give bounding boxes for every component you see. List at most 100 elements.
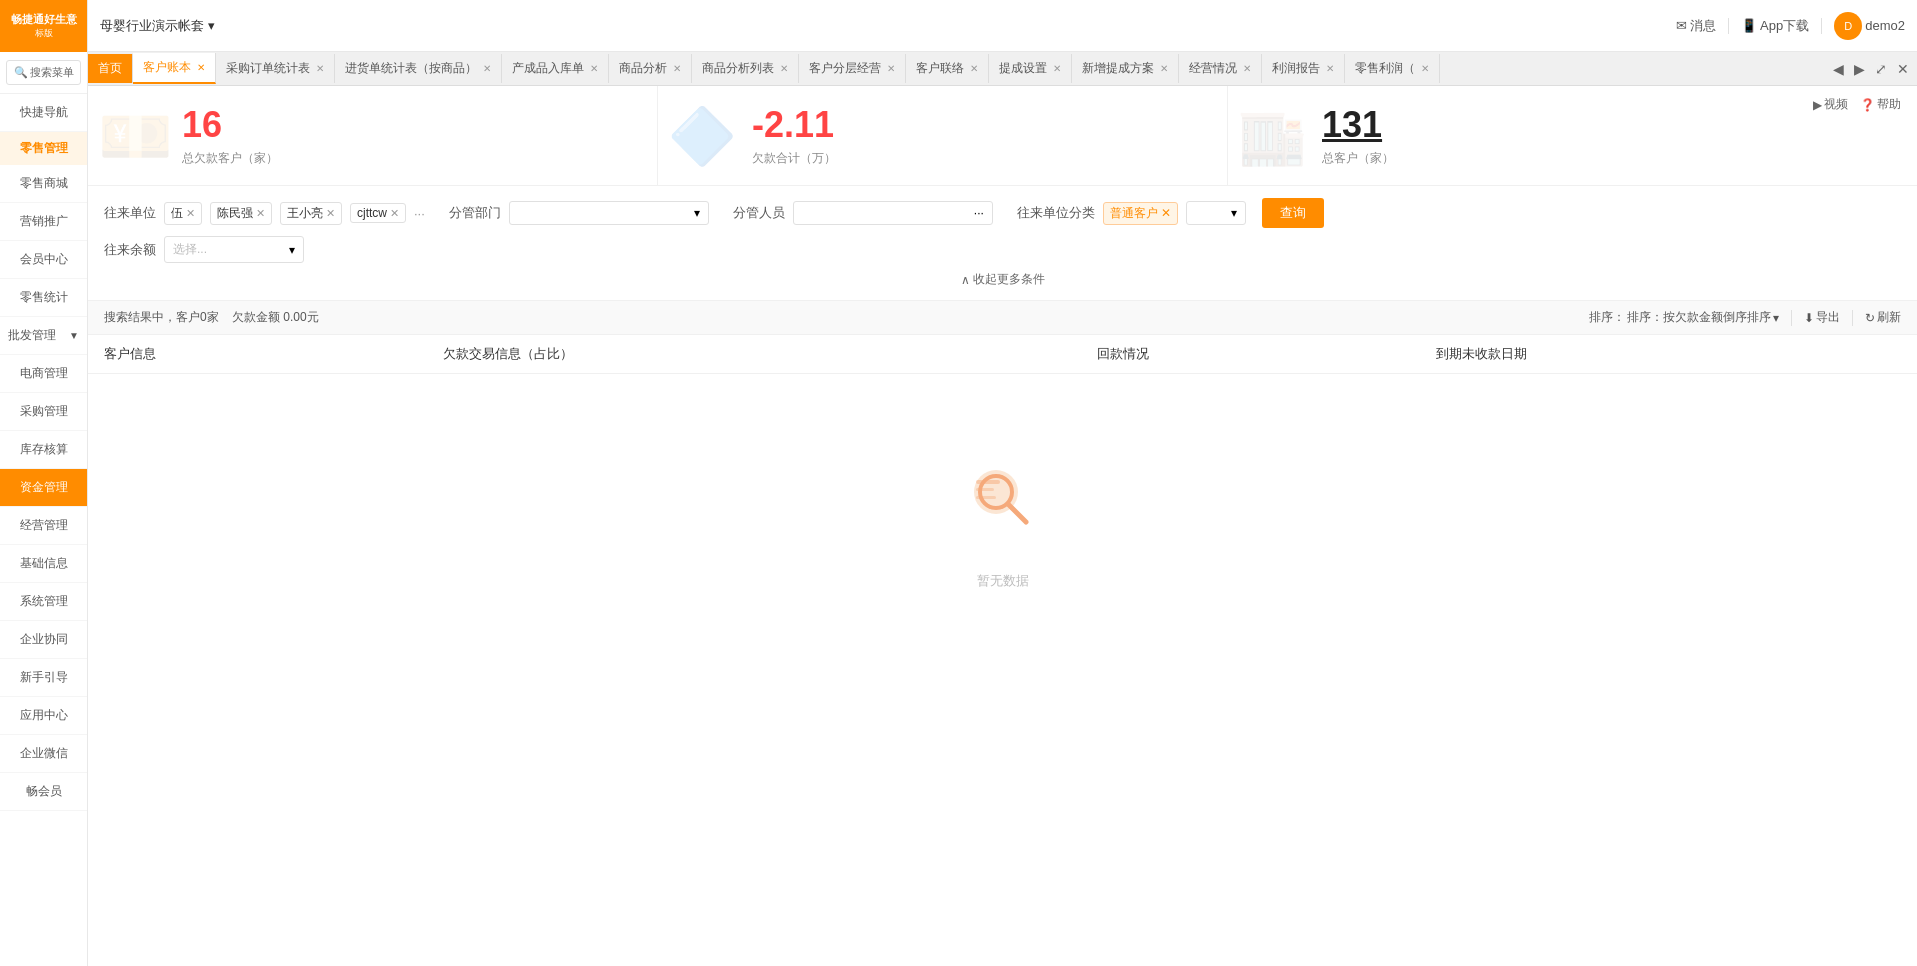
tab-retail-profit[interactable]: 零售利润（ ✕	[1345, 54, 1440, 83]
sidebar-item-enterprise-coop[interactable]: 企业协同	[0, 621, 87, 659]
app-download-btn[interactable]: 📱 App下载	[1741, 17, 1809, 35]
category-tag[interactable]: 普通客户 ✕	[1103, 202, 1178, 225]
close-icon[interactable]: ✕	[970, 63, 978, 74]
tab-purchase-orders[interactable]: 采购订单统计表 ✕	[216, 54, 335, 83]
sidebar-item-basic-info[interactable]: 基础信息	[0, 545, 87, 583]
filter-tag-chen[interactable]: 陈民强 ✕	[210, 202, 272, 225]
tab-expand-btn[interactable]: ⤢	[1871, 59, 1891, 79]
search-menu-btn[interactable]: 🔍 搜索菜单	[6, 60, 81, 85]
tab-prev-btn[interactable]: ◀	[1829, 59, 1848, 79]
tab-next-btn[interactable]: ▶	[1850, 59, 1869, 79]
help-icon: ❓	[1860, 98, 1875, 112]
close-icon[interactable]: ✕	[483, 63, 491, 74]
col-overdue: 到期未收款日期	[1420, 335, 1917, 374]
tab-label: 客户联络	[916, 60, 964, 77]
sidebar-item-finance[interactable]: 资金管理	[0, 469, 87, 507]
sidebar-item-inventory[interactable]: 库存核算	[0, 431, 87, 469]
close-icon[interactable]: ✕	[1053, 63, 1061, 74]
query-button[interactable]: 查询	[1262, 198, 1324, 228]
tag-text: 普通客户	[1110, 205, 1158, 222]
app-logo: 畅捷通好生意 标版	[0, 0, 87, 52]
tab-label: 零售利润（	[1355, 60, 1415, 77]
dept-select[interactable]: ▾	[509, 201, 709, 225]
sidebar-item-wholesale[interactable]: 批发管理 ▼	[0, 317, 87, 355]
message-label: 消息	[1690, 17, 1716, 35]
tab-new-achievement[interactable]: 新增提成方案 ✕	[1072, 54, 1179, 83]
sidebar-item-retail-stats[interactable]: 零售统计	[0, 279, 87, 317]
refresh-label: 刷新	[1877, 309, 1901, 326]
sidebar-item-retail-mgmt[interactable]: 零售管理	[0, 132, 87, 165]
sidebar-item-member[interactable]: 畅会员	[0, 773, 87, 811]
message-btn[interactable]: ✉ 消息	[1676, 17, 1716, 35]
help-btn[interactable]: ❓ 帮助	[1860, 96, 1901, 113]
tab-goods-analysis-list[interactable]: 商品分析列表 ✕	[692, 54, 799, 83]
tab-customer-tier[interactable]: 客户分层经营 ✕	[799, 54, 906, 83]
close-icon[interactable]: ✕	[887, 63, 895, 74]
sidebar-item-enterprise-wechat[interactable]: 企业微信	[0, 735, 87, 773]
remove-tag-icon[interactable]: ✕	[390, 207, 399, 220]
tag-text: 伍	[171, 205, 183, 222]
remove-tag-icon[interactable]: ✕	[186, 207, 195, 220]
close-icon[interactable]: ✕	[590, 63, 598, 74]
sidebar-item-new-guide[interactable]: 新手引导	[0, 659, 87, 697]
tab-profit-report[interactable]: 利润报告 ✕	[1262, 54, 1345, 83]
remove-tag-icon[interactable]: ✕	[326, 207, 335, 220]
tag-text: 陈民强	[217, 205, 253, 222]
export-btn[interactable]: ⬇ 导出	[1804, 309, 1840, 326]
sidebar-item-membership[interactable]: 会员中心	[0, 241, 87, 279]
close-icon[interactable]: ✕	[673, 63, 681, 74]
sidebar-item-operations[interactable]: 经营管理	[0, 507, 87, 545]
avatar-initial: D	[1844, 20, 1852, 32]
sidebar-item-purchase[interactable]: 采购管理	[0, 393, 87, 431]
tab-close-all-btn[interactable]: ✕	[1893, 59, 1913, 79]
filter-tag-wang[interactable]: 王小亮 ✕	[280, 202, 342, 225]
refresh-btn[interactable]: ↻ 刷新	[1865, 309, 1901, 326]
tab-label: 产成品入库单	[512, 60, 584, 77]
tab-home[interactable]: 首页	[88, 54, 133, 83]
close-icon[interactable]: ✕	[316, 63, 324, 74]
close-icon[interactable]: ✕	[197, 62, 205, 73]
sidebar-item-label: 基础信息	[20, 556, 68, 570]
tab-inbound-stats[interactable]: 进货单统计表（按商品） ✕	[335, 54, 502, 83]
close-icon[interactable]: ✕	[1421, 63, 1429, 74]
sidebar-item-quick-nav[interactable]: 快捷导航	[0, 94, 87, 132]
search-icon: 🔍	[14, 66, 28, 79]
balance-select[interactable]: 选择... ▾	[164, 236, 304, 263]
close-icon[interactable]: ✕	[1326, 63, 1334, 74]
sidebar-item-ecommerce[interactable]: 电商管理	[0, 355, 87, 393]
svg-rect-4	[976, 488, 994, 491]
tab-cost-inbound[interactable]: 产成品入库单 ✕	[502, 54, 609, 83]
close-icon[interactable]: ✕	[1160, 63, 1168, 74]
content-area: 💴 16 总欠款客户（家） 🔷 -2.11 欠款合计（万） 🏬 131 总客户（…	[88, 86, 1917, 966]
tab-reminder-settings[interactable]: 提成设置 ✕	[989, 54, 1072, 83]
tab-label: 采购订单统计表	[226, 60, 310, 77]
sidebar-item-label: 电商管理	[20, 366, 68, 380]
video-help-btn[interactable]: ▶ 视频	[1813, 96, 1848, 113]
tab-goods-analysis[interactable]: 商品分析 ✕	[609, 54, 692, 83]
person-select[interactable]: ···	[793, 201, 993, 225]
sidebar-item-system[interactable]: 系统管理	[0, 583, 87, 621]
remove-tag-icon[interactable]: ✕	[256, 207, 265, 220]
sidebar-item-label: 系统管理	[20, 594, 68, 608]
sidebar-item-retail-mall[interactable]: 零售商城	[0, 165, 87, 203]
sidebar-item-marketing[interactable]: 营销推广	[0, 203, 87, 241]
username-label: demo2	[1865, 18, 1905, 33]
sort-select[interactable]: 排序： 排序：按欠款金额倒序排序 ▾	[1589, 309, 1779, 326]
filter-tag-cjttcw[interactable]: cjttcw ✕	[350, 203, 406, 223]
close-icon[interactable]: ✕	[1243, 63, 1251, 74]
main-area: 母婴行业演示帐套 ▾ ✉ 消息 📱 App下载 D demo2 首	[88, 0, 1917, 966]
remove-tag-icon[interactable]: ✕	[1161, 206, 1171, 220]
filter-tag-wu[interactable]: 伍 ✕	[164, 202, 202, 225]
tab-customers[interactable]: 客户账本 ✕	[133, 53, 216, 84]
tab-business-status[interactable]: 经营情况 ✕	[1179, 54, 1262, 83]
filter-more-btn[interactable]: ···	[414, 206, 425, 221]
category-select[interactable]: ▾	[1186, 201, 1246, 225]
account-selector[interactable]: 母婴行业演示帐套 ▾	[100, 17, 215, 35]
balance-filter-label: 往来余额	[104, 241, 156, 259]
tab-customer-contact[interactable]: 客户联络 ✕	[906, 54, 989, 83]
close-icon[interactable]: ✕	[780, 63, 788, 74]
collapse-btn[interactable]: ∧ 收起更多条件	[104, 271, 1901, 288]
user-profile-btn[interactable]: D demo2	[1834, 12, 1905, 40]
divider	[1852, 310, 1853, 326]
sidebar-item-app-center[interactable]: 应用中心	[0, 697, 87, 735]
